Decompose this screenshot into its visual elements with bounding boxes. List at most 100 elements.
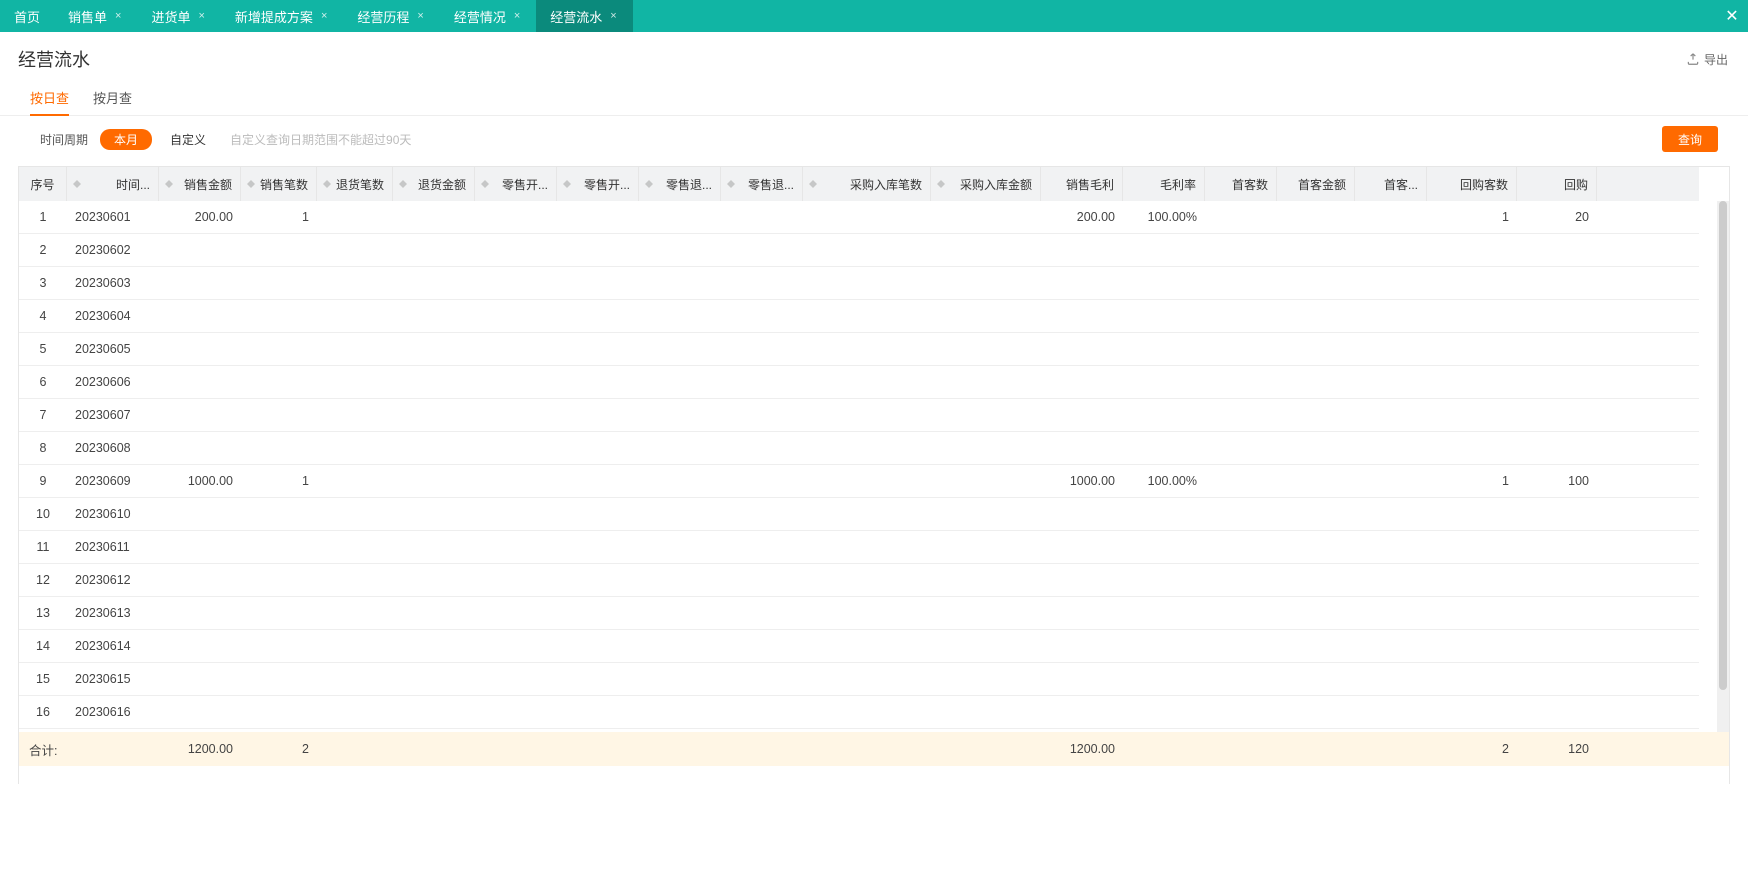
table-row[interactable]: 9202306091000.0011000.00100.00%1100 <box>19 465 1699 498</box>
table-hscroll[interactable]: 序号时间...销售金额销售笔数退货笔数退货金额零售开...零售开...零售退..… <box>19 167 1729 784</box>
cell-first_amt <box>1277 465 1355 497</box>
cell-idx: 5 <box>19 333 67 365</box>
filter-this-month[interactable]: 本月 <box>100 129 152 150</box>
cell-re_x <box>1517 597 1597 629</box>
col-sale_amt[interactable]: 销售金额 <box>159 167 241 201</box>
col-time[interactable]: 时间... <box>67 167 159 201</box>
tab-close-icon[interactable]: × <box>608 10 618 22</box>
cell-ls_open2 <box>557 366 639 398</box>
col-ret_cnt[interactable]: 退货笔数 <box>317 167 393 201</box>
col-ls_ret1[interactable]: 零售退... <box>639 167 721 201</box>
table-row[interactable]: 1020230610 <box>19 498 1699 531</box>
col-gross[interactable]: 销售毛利 <box>1041 167 1123 201</box>
table-row[interactable]: 120230601200.001200.00100.00%120 <box>19 201 1699 234</box>
cell-sale_cnt <box>241 333 317 365</box>
tab-6[interactable]: 经营流水× <box>536 0 632 32</box>
table-row[interactable]: 520230605 <box>19 333 1699 366</box>
col-idx[interactable]: 序号 <box>19 167 67 201</box>
query-button[interactable]: 查询 <box>1662 126 1718 152</box>
filter-custom[interactable]: 自定义 <box>164 129 212 150</box>
tab-3[interactable]: 新增提成方案× <box>221 0 343 32</box>
tab-5[interactable]: 经营情况× <box>440 0 536 32</box>
cell-first_x <box>1355 531 1427 563</box>
footer-cell-time <box>67 732 159 766</box>
cell-first_x <box>1355 399 1427 431</box>
col-label: 零售开... <box>584 176 630 193</box>
cell-time: 20230601 <box>67 201 159 233</box>
table-row[interactable]: 720230607 <box>19 399 1699 432</box>
table-row[interactable]: 1520230615 <box>19 663 1699 696</box>
cell-sale_amt: 200.00 <box>159 201 241 233</box>
cell-sale_cnt <box>241 267 317 299</box>
footer-cell-sale_cnt: 2 <box>241 732 317 766</box>
col-ls_open1[interactable]: 零售开... <box>475 167 557 201</box>
col-first_x[interactable]: 首客... <box>1355 167 1427 201</box>
cell-ls_ret1 <box>639 267 721 299</box>
table-body[interactable]: 120230601200.001200.00100.00%12022023060… <box>19 201 1699 749</box>
cell-re_cnt <box>1427 366 1517 398</box>
col-ls_open2[interactable]: 零售开... <box>557 167 639 201</box>
tab-close-icon[interactable]: × <box>512 10 522 22</box>
cell-time: 20230615 <box>67 663 159 695</box>
col-ret_amt[interactable]: 退货金额 <box>393 167 475 201</box>
cell-re_cnt <box>1427 234 1517 266</box>
table-row[interactable]: 1120230611 <box>19 531 1699 564</box>
col-pur_amt[interactable]: 采购入库金额 <box>931 167 1041 201</box>
subtab-0[interactable]: 按日查 <box>30 82 69 115</box>
cell-sale_cnt <box>241 234 317 266</box>
cell-pur_cnt <box>803 663 931 695</box>
cell-pur_amt <box>931 399 1041 431</box>
export-button[interactable]: 导出 <box>1686 51 1728 68</box>
subtab-1[interactable]: 按月查 <box>93 82 132 115</box>
table-row[interactable]: 1620230616 <box>19 696 1699 729</box>
tab-1[interactable]: 销售单× <box>54 0 137 32</box>
tab-4[interactable]: 经营历程× <box>343 0 439 32</box>
table-row[interactable]: 220230602 <box>19 234 1699 267</box>
cell-time: 20230612 <box>67 564 159 596</box>
tab-2[interactable]: 进货单× <box>137 0 220 32</box>
footer-cell-first_amt <box>1277 732 1355 766</box>
col-label: 销售毛利 <box>1066 176 1114 193</box>
cell-re_cnt <box>1427 300 1517 332</box>
tab-0[interactable]: 首页 <box>0 0 54 32</box>
table-row[interactable]: 320230603 <box>19 267 1699 300</box>
col-gross_rate[interactable]: 毛利率 <box>1123 167 1205 201</box>
cell-ret_cnt <box>317 300 393 332</box>
cell-ret_cnt <box>317 432 393 464</box>
cell-sale_cnt <box>241 399 317 431</box>
col-re_cnt[interactable]: 回购客数 <box>1427 167 1517 201</box>
cell-sale_cnt: 1 <box>241 465 317 497</box>
col-sale_cnt[interactable]: 销售笔数 <box>241 167 317 201</box>
vertical-scrollbar[interactable] <box>1717 201 1729 732</box>
cell-gross_rate <box>1123 234 1205 266</box>
table-row[interactable]: 1420230614 <box>19 630 1699 663</box>
cell-ret_amt <box>393 597 475 629</box>
cell-ret_cnt <box>317 531 393 563</box>
col-pur_cnt[interactable]: 采购入库笔数 <box>803 167 931 201</box>
close-all-tabs-button[interactable]: ✕ <box>1716 0 1748 32</box>
cell-ls_ret1 <box>639 201 721 233</box>
col-ls_ret2[interactable]: 零售退... <box>721 167 803 201</box>
vertical-scrollbar-thumb[interactable] <box>1719 201 1727 690</box>
tab-close-icon[interactable]: × <box>319 10 329 22</box>
tab-close-icon[interactable]: × <box>196 10 206 22</box>
table-row[interactable]: 1320230613 <box>19 597 1699 630</box>
table-row[interactable]: 1220230612 <box>19 564 1699 597</box>
table-row[interactable]: 420230604 <box>19 300 1699 333</box>
table-row[interactable]: 620230606 <box>19 366 1699 399</box>
cell-ls_open1 <box>475 564 557 596</box>
col-first_amt[interactable]: 首客金额 <box>1277 167 1355 201</box>
cell-first_cnt <box>1205 663 1277 695</box>
cell-gross <box>1041 663 1123 695</box>
filter-row: 时间周期 本月 自定义 自定义查询日期范围不能超过90天 查询 <box>0 116 1748 166</box>
tab-close-icon[interactable]: × <box>415 10 425 22</box>
table-row[interactable]: 820230608 <box>19 432 1699 465</box>
cell-ret_amt <box>393 564 475 596</box>
cell-ls_open2 <box>557 300 639 332</box>
cell-first_amt <box>1277 300 1355 332</box>
col-first_cnt[interactable]: 首客数 <box>1205 167 1277 201</box>
cell-ls_ret1 <box>639 498 721 530</box>
cell-pur_cnt <box>803 234 931 266</box>
tab-close-icon[interactable]: × <box>113 10 123 22</box>
col-re_x[interactable]: 回购 <box>1517 167 1597 201</box>
